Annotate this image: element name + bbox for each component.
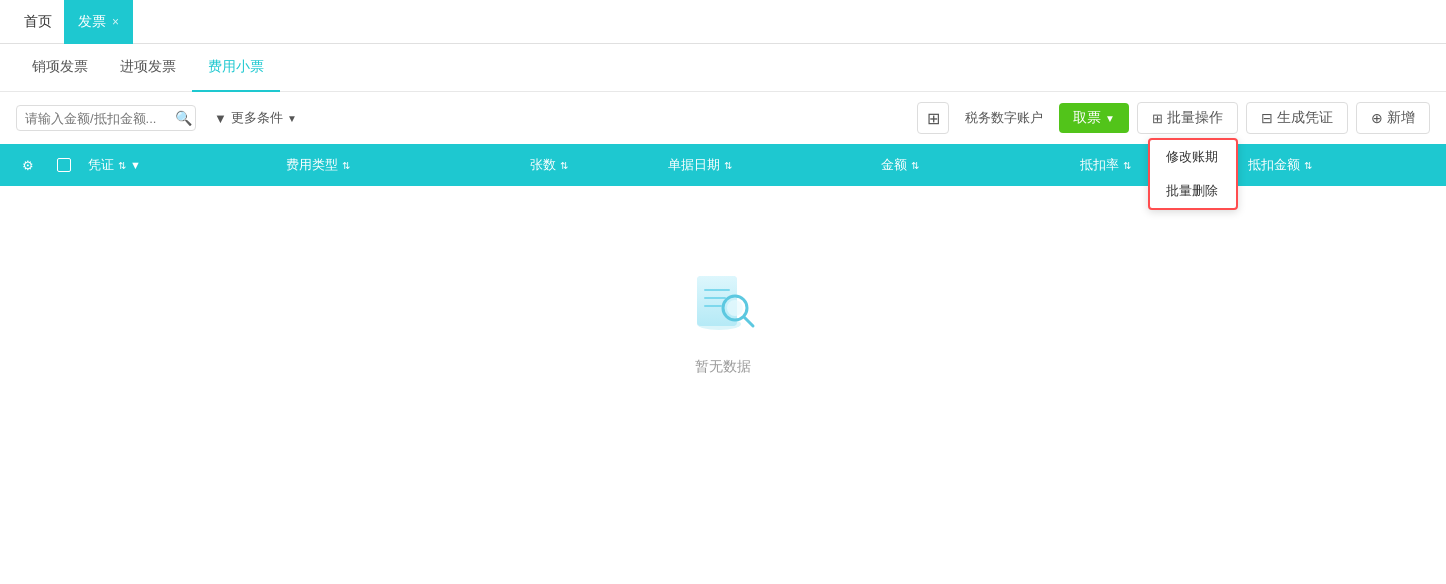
th-gear[interactable]: ⚙ xyxy=(8,158,48,173)
page-content: 销项发票 进项发票 费用小票 🔍 ▼ 更多条件 ▼ ⊞ xyxy=(0,44,1446,584)
qr-button[interactable]: ⊞ xyxy=(917,102,949,134)
chevron-down-icon: ▼ xyxy=(1105,113,1115,124)
add-button[interactable]: ⊕ 新增 xyxy=(1356,102,1430,134)
batch-op-label: 批量操作 xyxy=(1167,109,1223,127)
empty-state: 暂无数据 xyxy=(0,186,1446,416)
svg-point-7 xyxy=(727,300,743,316)
toolbar: 🔍 ▼ 更多条件 ▼ ⊞ 税务数字账户 取票 ▼ xyxy=(0,92,1446,144)
sort-icon-count[interactable]: ⇅ xyxy=(560,160,568,171)
batch-delete-item[interactable]: 批量删除 xyxy=(1150,174,1236,208)
tab-input[interactable]: 进项发票 xyxy=(104,44,192,92)
th-check[interactable] xyxy=(48,158,80,172)
invoice-tab-label: 发票 xyxy=(78,13,106,31)
empty-illustration xyxy=(673,246,773,346)
tab-sales[interactable]: 销项发票 xyxy=(16,44,104,92)
batch-op-button[interactable]: ⊞ 批量操作 xyxy=(1137,102,1238,134)
invoice-tab-close[interactable]: × xyxy=(112,15,119,29)
gear-icon: ⚙ xyxy=(22,158,34,173)
toolbar-right: ⊞ 税务数字账户 取票 ▼ ⊞ 批量操作 修改账期 xyxy=(917,102,1430,134)
take-ticket-button[interactable]: 取票 ▼ xyxy=(1059,103,1129,133)
tab-expense[interactable]: 费用小票 xyxy=(192,44,280,92)
batch-op-icon: ⊞ xyxy=(1152,111,1163,126)
sort-icon-date[interactable]: ⇅ xyxy=(724,160,732,171)
gen-voucher-label: 生成凭证 xyxy=(1277,109,1333,127)
top-nav: 首页 发票 × xyxy=(0,0,1446,44)
filter-button[interactable]: ▼ 更多条件 ▼ xyxy=(206,105,305,131)
filter-label: 更多条件 xyxy=(231,109,283,127)
take-ticket-label: 取票 xyxy=(1073,109,1101,127)
sort-icon-voucher[interactable]: ⇅ xyxy=(118,160,126,171)
chevron-down-icon: ▼ xyxy=(287,113,297,124)
filter-icon-voucher[interactable]: ▼ xyxy=(130,159,141,171)
th-date: 单据日期 ⇅ xyxy=(660,156,874,174)
th-count: 张数 ⇅ xyxy=(522,156,660,174)
batch-op-dropdown: 修改账期 批量删除 xyxy=(1148,138,1238,210)
sort-icon-tax-amount[interactable]: ⇅ xyxy=(1304,160,1312,171)
select-all-checkbox[interactable] xyxy=(57,158,71,172)
toolbar-left: 🔍 ▼ 更多条件 ▼ xyxy=(16,105,305,131)
th-voucher: 凭证 ⇅ ▼ xyxy=(80,156,278,174)
filter-icon: ▼ xyxy=(214,111,227,126)
home-tab[interactable]: 首页 xyxy=(12,13,64,31)
search-input[interactable] xyxy=(25,111,175,126)
modify-period-item[interactable]: 修改账期 xyxy=(1150,140,1236,174)
batch-op-wrapper: ⊞ 批量操作 修改账期 批量删除 xyxy=(1137,102,1238,134)
add-icon: ⊕ xyxy=(1371,110,1383,126)
qr-icon: ⊞ xyxy=(927,109,940,128)
sort-icon-amount[interactable]: ⇅ xyxy=(911,160,919,171)
tax-account-button[interactable]: 税务数字账户 xyxy=(957,105,1051,131)
sort-icon-expense-type[interactable]: ⇅ xyxy=(342,160,350,171)
gen-voucher-button[interactable]: ⊟ 生成凭证 xyxy=(1246,102,1348,134)
sort-icon-tax-rate[interactable]: ⇅ xyxy=(1123,160,1131,171)
svg-line-8 xyxy=(744,317,753,326)
th-expense-type: 费用类型 ⇅ xyxy=(278,156,522,174)
th-amount: 金额 ⇅ xyxy=(873,156,1071,174)
gen-voucher-icon: ⊟ xyxy=(1261,110,1273,126)
invoice-tab[interactable]: 发票 × xyxy=(64,0,133,44)
empty-text: 暂无数据 xyxy=(695,358,751,376)
search-icon[interactable]: 🔍 xyxy=(175,110,192,126)
sub-tabs: 销项发票 进项发票 费用小票 xyxy=(0,44,1446,92)
search-box[interactable]: 🔍 xyxy=(16,105,196,131)
th-tax-amount: 抵扣金额 ⇅ xyxy=(1240,156,1438,174)
add-label: 新增 xyxy=(1387,109,1415,127)
